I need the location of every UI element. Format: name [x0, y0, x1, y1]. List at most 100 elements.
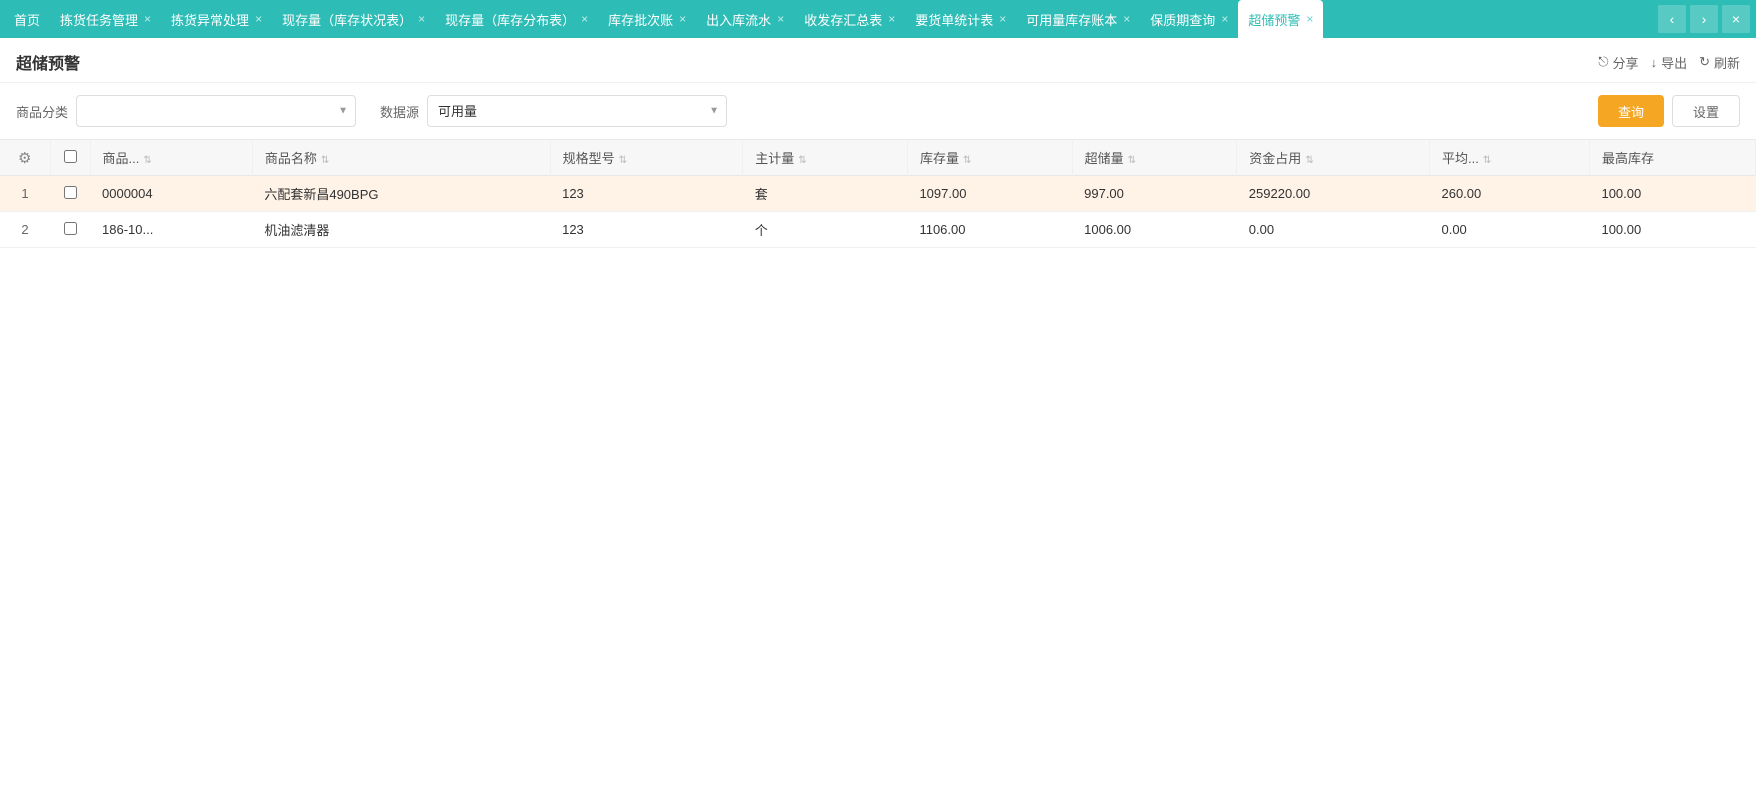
close-icon[interactable]: × — [1306, 12, 1313, 26]
refresh-icon: ↻ — [1699, 54, 1710, 70]
row-avg: 260.00 — [1429, 176, 1589, 212]
sort-icon[interactable]: ⇅ — [1483, 155, 1491, 166]
nav-order-stats[interactable]: 要货单统计表 × — [905, 0, 1016, 38]
page-title: 超储预警 — [16, 50, 80, 74]
row-checkbox[interactable] — [64, 186, 77, 199]
col-product-name-header: 商品名称⇅ — [252, 140, 550, 176]
nav-inventory-status[interactable]: 现存量（库存状况表） × — [272, 0, 435, 38]
close-icon[interactable]: × — [999, 12, 1006, 26]
row-product-name: 六配套新昌490BPG — [252, 176, 550, 212]
query-button[interactable]: 查询 — [1598, 95, 1664, 127]
page-header: 超储预警 ⎋ 分享 ↓ 导出 ↻ 刷新 — [0, 38, 1756, 83]
row-max-stock: 100.00 — [1589, 212, 1755, 248]
close-icon[interactable]: × — [1123, 12, 1130, 26]
col-unit-header: 主计量⇅ — [743, 140, 908, 176]
nav-exception[interactable]: 拣货异常处理 × — [161, 0, 272, 38]
column-settings-button[interactable]: ⚙ — [18, 149, 31, 167]
refresh-button[interactable]: ↻ 刷新 — [1699, 53, 1740, 72]
table-body: 1 0000004 六配套新昌490BPG 123 套 1097.00 997.… — [0, 176, 1756, 248]
col-avg-header: 平均...⇅ — [1429, 140, 1589, 176]
close-icon[interactable]: × — [255, 12, 262, 26]
col-max-stock-header: 最高库存 — [1589, 140, 1755, 176]
table-header-row: ⚙ 商品...⇅ 商品名称⇅ 规格型号⇅ 主计量⇅ — [0, 140, 1756, 176]
sort-icon[interactable]: ⇅ — [1128, 155, 1136, 166]
nav-available-stock[interactable]: 可用量库存账本 × — [1016, 0, 1140, 38]
header-actions: ⎋ 分享 ↓ 导出 ↻ 刷新 — [1598, 53, 1740, 72]
row-unit: 套 — [743, 176, 908, 212]
row-checkbox[interactable] — [64, 222, 77, 235]
nav-home[interactable]: 首页 — [4, 0, 50, 38]
page-wrapper: 超储预警 ⎋ 分享 ↓ 导出 ↻ 刷新 商品分类 — [0, 38, 1756, 800]
nav-batch-account[interactable]: 库存批次账 × — [598, 0, 696, 38]
row-index: 1 — [0, 176, 50, 212]
nav-in-out-flow[interactable]: 出入库流水 × — [696, 0, 794, 38]
close-icon[interactable]: × — [888, 12, 895, 26]
nav-task-mgmt[interactable]: 拣货任务管理 × — [50, 0, 161, 38]
share-button[interactable]: ⎋ 分享 — [1598, 53, 1638, 72]
sort-icon[interactable]: ⇅ — [143, 155, 151, 166]
nav-close-all-button[interactable]: × — [1722, 5, 1750, 33]
data-table: ⚙ 商品...⇅ 商品名称⇅ 规格型号⇅ 主计量⇅ — [0, 139, 1756, 248]
row-spec: 123 — [550, 212, 743, 248]
col-product-code-header: 商品...⇅ — [90, 140, 252, 176]
sort-icon[interactable]: ⇅ — [798, 155, 806, 166]
sort-icon[interactable]: ⇅ — [963, 155, 971, 166]
table-row: 2 186-10... 机油滤清器 123 个 1106.00 1006.00 … — [0, 212, 1756, 248]
topbar: 首页 拣货任务管理 × 拣货异常处理 × 现存量（库存状况表） × 现存量（库存… — [0, 0, 1756, 38]
sort-icon[interactable]: ⇅ — [321, 155, 329, 166]
nav-next-button[interactable]: › — [1690, 5, 1718, 33]
row-product-code: 186-10... — [90, 212, 252, 248]
row-capital: 0.00 — [1237, 212, 1430, 248]
table-wrapper: ⚙ 商品...⇅ 商品名称⇅ 规格型号⇅ 主计量⇅ — [0, 139, 1756, 248]
settings-button[interactable]: 设置 — [1672, 95, 1740, 127]
share-icon: ⎋ — [1598, 54, 1608, 70]
select-all-checkbox[interactable] — [64, 150, 77, 163]
product-category-select[interactable] — [76, 95, 356, 127]
col-overstock-header: 超储量⇅ — [1072, 140, 1237, 176]
row-max-stock: 100.00 — [1589, 176, 1755, 212]
close-icon[interactable]: × — [679, 12, 686, 26]
row-checkbox-cell — [50, 212, 90, 248]
col-settings: ⚙ — [0, 140, 50, 176]
nav-arrows: ‹ › × — [1656, 5, 1752, 33]
filter-actions: 查询 设置 — [1598, 95, 1740, 127]
data-source-select-wrapper: 可用量 — [427, 95, 727, 127]
row-overstock: 1006.00 — [1072, 212, 1237, 248]
row-capital: 259220.00 — [1237, 176, 1430, 212]
col-spec-header: 规格型号⇅ — [550, 140, 743, 176]
row-avg: 0.00 — [1429, 212, 1589, 248]
row-overstock: 997.00 — [1072, 176, 1237, 212]
product-category-select-wrapper — [76, 95, 356, 127]
close-icon[interactable]: × — [1221, 12, 1228, 26]
nav-expiry-query[interactable]: 保质期查询 × — [1140, 0, 1238, 38]
close-icon[interactable]: × — [418, 12, 425, 26]
col-checkbox-header — [50, 140, 90, 176]
row-stock: 1106.00 — [907, 212, 1072, 248]
table-row: 1 0000004 六配套新昌490BPG 123 套 1097.00 997.… — [0, 176, 1756, 212]
col-capital-header: 资金占用⇅ — [1237, 140, 1430, 176]
close-icon[interactable]: × — [581, 12, 588, 26]
col-stock-header: 库存量⇅ — [907, 140, 1072, 176]
sort-icon[interactable]: ⇅ — [1305, 155, 1313, 166]
data-source-filter: 数据源 可用量 — [380, 95, 727, 127]
row-unit: 个 — [743, 212, 908, 248]
data-source-label: 数据源 — [380, 102, 419, 121]
nav-prev-button[interactable]: ‹ — [1658, 5, 1686, 33]
row-product-name: 机油滤清器 — [252, 212, 550, 248]
close-icon[interactable]: × — [777, 12, 784, 26]
export-icon: ↓ — [1651, 55, 1658, 70]
filter-area: 商品分类 数据源 可用量 查询 设置 — [0, 83, 1756, 139]
export-button[interactable]: ↓ 导出 — [1651, 53, 1688, 72]
nav-inventory-dist[interactable]: 现存量（库存分布表） × — [435, 0, 598, 38]
row-product-code: 0000004 — [90, 176, 252, 212]
row-stock: 1097.00 — [907, 176, 1072, 212]
nav-overstock-warning[interactable]: 超储预警 × — [1238, 0, 1323, 38]
close-icon[interactable]: × — [144, 12, 151, 26]
data-source-select[interactable]: 可用量 — [427, 95, 727, 127]
row-checkbox-cell — [50, 176, 90, 212]
product-category-filter: 商品分类 — [16, 95, 356, 127]
nav-summary[interactable]: 收发存汇总表 × — [794, 0, 905, 38]
row-spec: 123 — [550, 176, 743, 212]
row-index: 2 — [0, 212, 50, 248]
sort-icon[interactable]: ⇅ — [619, 155, 627, 166]
